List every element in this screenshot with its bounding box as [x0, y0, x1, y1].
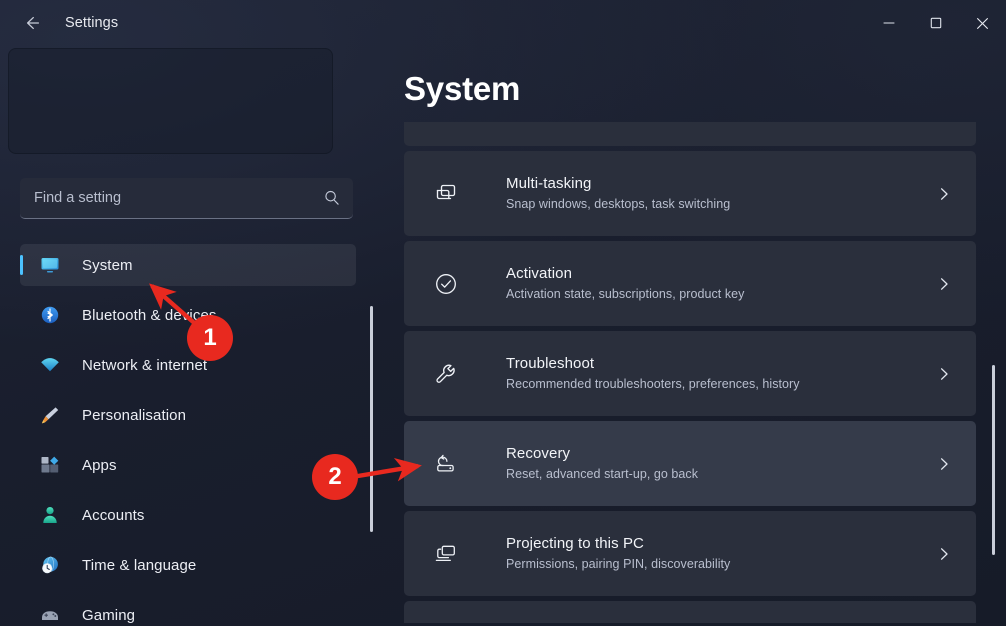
settings-window: Settings Find a setting System Bluetooth…: [0, 0, 1006, 626]
card-troubleshoot[interactable]: Troubleshoot Recommended troubleshooters…: [404, 331, 976, 416]
minimize-icon: [882, 22, 895, 24]
main-content: System Multi-tasking Snap windows, deskt…: [380, 46, 1006, 626]
sidebar-item-time-language[interactable]: Time & language: [20, 544, 356, 586]
card-recovery[interactable]: Recovery Reset, advanced start-up, go ba…: [404, 421, 976, 506]
apps-icon: [41, 456, 59, 473]
sidebar: System Bluetooth & devices: [0, 46, 380, 626]
sidebar-item-label: Bluetooth & devices: [82, 306, 217, 324]
card-text: Multi-tasking Snap windows, desktops, ta…: [506, 174, 730, 213]
sidebar-item-label: Time & language: [82, 556, 197, 574]
card-text: Activation Activation state, subscriptio…: [506, 264, 744, 303]
card-text: Recovery Reset, advanced start-up, go ba…: [506, 444, 698, 483]
monitor-icon: [36, 254, 64, 276]
sidebar-item-label: System: [82, 256, 133, 274]
minimize-button[interactable]: [865, 0, 912, 46]
check-circle-icon: [430, 271, 462, 297]
card-subtitle: Activation state, subscriptions, product…: [506, 287, 745, 301]
close-icon: [977, 17, 988, 29]
page-title: System: [404, 70, 521, 107]
search-button[interactable]: [311, 178, 353, 219]
sidebar-item-apps[interactable]: Apps: [20, 444, 356, 486]
card-activation[interactable]: Activation Activation state, subscriptio…: [404, 241, 976, 326]
card-title: Recovery: [506, 445, 571, 462]
close-button[interactable]: [959, 0, 1006, 46]
sidebar-scrollbar[interactable]: [370, 306, 373, 532]
search-input[interactable]: [20, 190, 311, 206]
search-icon: [325, 190, 339, 205]
sidebar-item-gaming[interactable]: Gaming: [20, 594, 356, 626]
settings-card-list: Multi-tasking Snap windows, desktops, ta…: [404, 122, 976, 623]
chevron-right-icon: [936, 366, 952, 382]
sidebar-item-system[interactable]: System: [20, 244, 356, 286]
wifi-icon: [36, 354, 64, 376]
chevron-right-icon: [936, 186, 952, 202]
sidebar-item-accounts[interactable]: Accounts: [20, 494, 356, 536]
maximize-button[interactable]: [912, 0, 959, 46]
sidebar-item-network-internet[interactable]: Network & internet: [20, 344, 356, 386]
chevron-right-icon: [936, 276, 952, 292]
sidebar-nav-list: System Bluetooth & devices Network & int…: [0, 244, 380, 626]
card-text: Troubleshoot Recommended troubleshooters…: [506, 354, 800, 393]
paintbrush-icon: [36, 404, 64, 426]
window-controls: [865, 0, 1006, 46]
chevron-right-icon: [936, 456, 952, 472]
sidebar-item-label: Gaming: [82, 606, 136, 624]
back-button[interactable]: [12, 7, 52, 39]
maximize-icon: [930, 17, 941, 29]
main-scrollbar[interactable]: [992, 365, 995, 555]
wrench-icon: [430, 361, 462, 387]
multitasking-icon: [430, 181, 462, 207]
card-title: Activation: [506, 265, 573, 282]
card-subtitle: Permissions, pairing PIN, discoverabilit…: [506, 557, 731, 571]
chevron-right-icon: [936, 546, 952, 562]
search-box[interactable]: [20, 178, 353, 219]
sidebar-item-label: Accounts: [82, 506, 145, 524]
card-text: Projecting to this PC Permissions, pairi…: [506, 534, 730, 573]
recovery-icon: [430, 451, 462, 477]
gamepad-icon: [36, 604, 64, 626]
card-subtitle: Recommended troubleshooters, preferences…: [506, 377, 800, 391]
sidebar-item-bluetooth-devices[interactable]: Bluetooth & devices: [20, 294, 356, 336]
sidebar-item-personalisation[interactable]: Personalisation: [20, 394, 356, 436]
back-arrow-icon: [26, 16, 40, 30]
card-partial-below[interactable]: [404, 601, 976, 623]
card-multitasking[interactable]: Multi-tasking Snap windows, desktops, ta…: [404, 151, 976, 236]
title-bar: Settings: [0, 0, 1006, 46]
sidebar-item-label: Apps: [82, 456, 117, 474]
card-partial-above[interactable]: [404, 122, 976, 146]
projecting-icon: [430, 541, 462, 567]
sidebar-item-label: Personalisation: [82, 406, 187, 424]
sidebar-item-label: Network & internet: [82, 356, 208, 374]
clock-globe-icon: [36, 554, 64, 576]
card-subtitle: Snap windows, desktops, task switching: [506, 197, 731, 211]
card-title: Troubleshoot: [506, 355, 595, 372]
card-projecting-to-this-pc[interactable]: Projecting to this PC Permissions, pairi…: [404, 511, 976, 596]
window-title: Settings: [65, 15, 119, 31]
card-title: Projecting to this PC: [506, 535, 644, 552]
card-title: Multi-tasking: [506, 175, 592, 192]
person-icon: [36, 504, 64, 526]
bluetooth-icon: [36, 304, 64, 326]
card-subtitle: Reset, advanced start-up, go back: [506, 467, 699, 481]
